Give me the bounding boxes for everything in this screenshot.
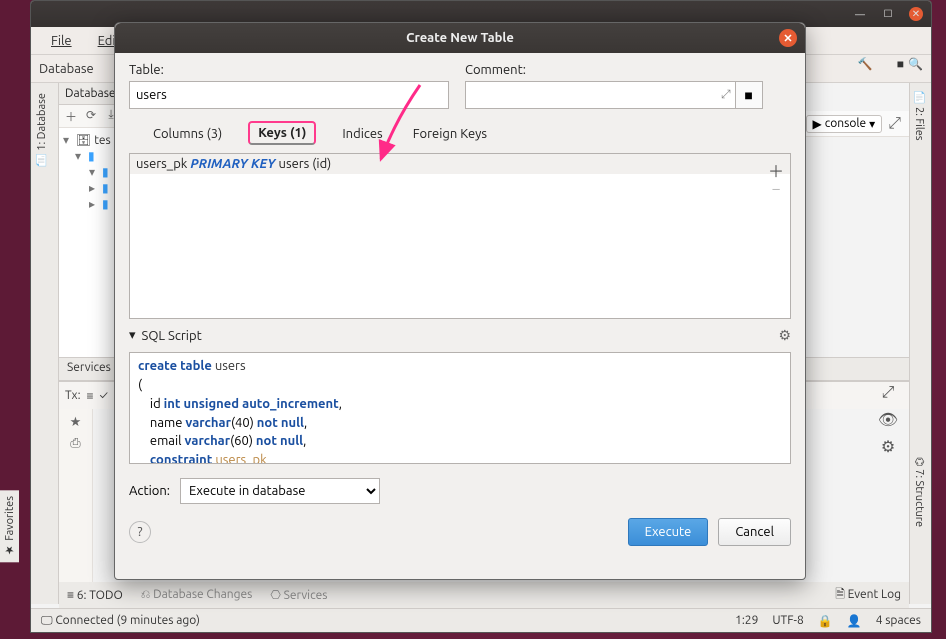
sql-script-header[interactable]: ▾ SQL Script ⚙ [129,327,791,344]
maximize-icon[interactable]: ☐ [881,7,895,21]
thumb-icon[interactable]: ⎙ [70,436,80,451]
editor-side-icons: ⤢ 👁 ⚙ [867,383,909,456]
table-label: Table: [129,63,449,77]
tab-foreign-keys[interactable]: Foreign Keys [409,123,491,145]
bookmark-icon[interactable]: ★ [70,415,82,430]
sql-script-editor[interactable]: create table users ( id int unsigned aut… [129,352,791,464]
comment-input[interactable] [465,81,743,109]
right-tab-structure[interactable]: ⌬ 7: Structure [910,449,929,535]
console-selector[interactable]: ▶ console ▾ [806,115,883,133]
remove-key-button[interactable]: − [766,180,786,200]
tab-event-log[interactable]: 🗎 Event Log [835,585,901,606]
close-icon[interactable]: ✕ [909,7,923,21]
comment-button[interactable]: ■ [735,81,763,109]
ide-statusbar: 🖵 Connected (9 minutes ago) 1:29 UTF-8 🔒… [31,608,931,632]
tx-mode[interactable]: ≡ [87,389,94,403]
comment-label: Comment: [465,63,763,77]
tab-keys[interactable]: Keys (1) [248,121,316,145]
eye-icon[interactable]: 👁 [878,410,898,429]
keys-list[interactable]: users_pk PRIMARY KEY users (id) ＋ − [129,153,791,319]
gear-icon[interactable]: ⚙ [881,437,895,456]
chevron-down-icon: ▾ [129,328,136,343]
dialog-titlebar: Create New Table ✕ [115,23,805,53]
status-connection: 🖵 Connected (9 minutes ago) [41,614,200,628]
left-tab-database[interactable]: 📄 1: Database [31,83,52,177]
expand-icon[interactable]: ⤢ [882,383,895,402]
right-tool-strip: 📄 2: Files ⌬ 7: Structure [909,83,931,604]
bottom-tool-tabs: ≡ 6: TODO ⎌ Database Changes ⎔ Services … [59,582,909,608]
build-icon[interactable]: 🔨 [858,57,873,71]
create-table-dialog: Create New Table ✕ Table: Comment: ⤢ ■ C… [114,22,806,580]
expand-icon[interactable]: ⤢ [721,88,731,102]
action-select[interactable]: Execute in database [180,478,380,504]
left-tab-favorites[interactable]: ★ Favorites [0,490,19,562]
status-indent[interactable]: 4 spaces [876,614,921,627]
dialog-title: Create New Table [406,31,514,45]
refresh-icon[interactable]: ⟳ [83,108,99,124]
table-name-input[interactable] [129,81,449,109]
stop-icon[interactable]: ■ [897,57,904,71]
action-label: Action: [129,484,170,498]
search-icon[interactable]: 🔍 [908,57,923,71]
right-tab-files[interactable]: 📄 2: Files [910,83,929,149]
execute-button[interactable]: Execute [628,518,709,546]
dialog-tabs: Columns (3) Keys (1) Indices Foreign Key… [129,117,791,145]
add-key-button[interactable]: ＋ [766,158,786,178]
lock-icon[interactable]: 🔒 [818,614,833,628]
menu-file[interactable]: File [39,32,84,50]
collapse-icon[interactable]: ⤢ [888,114,901,133]
status-encoding[interactable]: UTF-8 [772,614,803,627]
tab-todo[interactable]: ≡ 6: TODO [67,588,123,602]
dialog-footer: ? Execute Cancel [129,512,791,546]
ide-toolbar-right: 🔨 ■ 🔍 [858,57,923,71]
dialog-close-button[interactable]: ✕ [779,29,797,47]
minimize-icon[interactable]: — [853,7,867,21]
add-icon[interactable]: ＋ [63,108,79,124]
help-button[interactable]: ? [129,521,151,543]
tab-services[interactable]: ⎔ Services [270,588,327,602]
tab-columns[interactable]: Columns (3) [149,123,226,145]
status-line: 1:29 [735,614,758,627]
tx-commit-icon[interactable]: ✓ [100,389,108,402]
cancel-button[interactable]: Cancel [718,518,791,546]
tab-db-changes[interactable]: ⎌ Database Changes [141,588,253,602]
gear-icon[interactable]: ⚙ [778,327,791,344]
tx-label: Tx: [65,389,81,402]
key-row[interactable]: users_pk PRIMARY KEY users (id) [130,154,790,174]
left-tool-strip: 📄 1: Database [31,83,59,604]
tab-indices[interactable]: Indices [338,123,386,145]
action-row: Action: Execute in database [129,472,791,504]
inspect-icon[interactable]: 👤 [847,614,862,628]
